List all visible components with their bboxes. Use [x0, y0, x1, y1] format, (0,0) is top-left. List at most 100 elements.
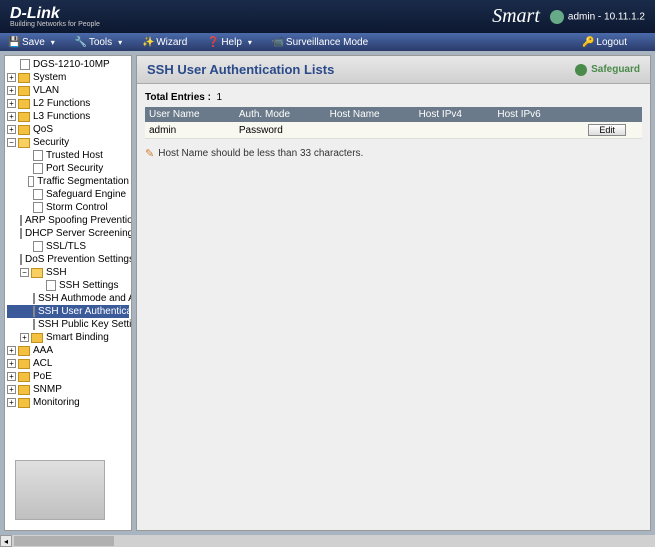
folder-icon: [18, 346, 30, 356]
tree-poe[interactable]: +PoE: [7, 370, 129, 383]
expand-icon[interactable]: +: [7, 86, 16, 95]
safeguard-badge: Safeguard: [575, 64, 640, 76]
page-icon: [33, 163, 43, 174]
note: ✎Host Name should be less than 33 charac…: [145, 147, 642, 160]
collapse-icon[interactable]: −: [20, 268, 29, 277]
cell-user: admin: [145, 122, 235, 139]
tree-ssl[interactable]: SSL/TLS: [7, 240, 129, 253]
folder-icon: [18, 112, 30, 122]
chevron-down-icon: ▾: [248, 38, 252, 47]
tree-portsec[interactable]: Port Security: [7, 162, 129, 175]
tree-smartbind[interactable]: +Smart Binding: [7, 331, 129, 344]
safeguard-icon: [575, 64, 587, 76]
auth-table: User Name Auth. Mode Host Name Host IPv4…: [145, 107, 642, 139]
panel-title: SSH User Authentication Lists: [147, 62, 334, 77]
device-icon: [20, 59, 30, 70]
tree-monitoring[interactable]: +Monitoring: [7, 396, 129, 409]
scroll-thumb[interactable]: [14, 536, 114, 546]
cell-auth: Password: [235, 122, 326, 139]
user-info: admin - 10.11.1.2: [550, 10, 645, 24]
surveillance-button[interactable]: 📹Surveillance Mode: [272, 37, 368, 48]
note-text: Host Name should be less than 33 charact…: [158, 148, 363, 159]
panel: SSH User Authentication Lists Safeguard …: [136, 55, 651, 531]
tree-dhcp[interactable]: DHCP Server Screening: [7, 227, 129, 240]
panel-header: SSH User Authentication Lists Safeguard: [137, 56, 650, 84]
col-ipv6: Host IPv6: [493, 107, 572, 122]
table-row: admin Password Edit: [145, 122, 642, 139]
expand-icon[interactable]: +: [20, 333, 29, 342]
tree-l2[interactable]: +L2 Functions: [7, 97, 129, 110]
col-auth: Auth. Mode: [235, 107, 326, 122]
nav-tree: DGS-1210-10MP +System +VLAN +L2 Function…: [5, 56, 131, 411]
expand-icon[interactable]: +: [7, 398, 16, 407]
tree-system[interactable]: +System: [7, 71, 129, 84]
logout-button[interactable]: 🔑 Logout: [582, 37, 627, 48]
cell-host: [326, 122, 415, 139]
table-header-row: User Name Auth. Mode Host Name Host IPv4…: [145, 107, 642, 122]
expand-icon[interactable]: +: [7, 73, 16, 82]
page-icon: [33, 293, 35, 304]
expand-icon[interactable]: +: [7, 359, 16, 368]
page-icon: [20, 254, 22, 265]
save-menu[interactable]: 💾Save▾: [8, 37, 55, 48]
folder-icon: [18, 359, 30, 369]
page-icon: [20, 215, 22, 226]
tools-icon: 🔧: [75, 37, 85, 47]
folder-open-icon: [31, 268, 43, 278]
folder-icon: [18, 86, 30, 96]
help-icon: ❓: [207, 37, 217, 47]
panel-body: Total Entries : 1 User Name Auth. Mode H…: [137, 84, 650, 530]
tree-device[interactable]: DGS-1210-10MP: [7, 58, 129, 71]
tree-arp[interactable]: ARP Spoofing Prevention: [7, 214, 129, 227]
tools-menu[interactable]: 🔧Tools▾: [75, 37, 122, 48]
header: D-Link Building Networks for People Smar…: [0, 0, 655, 33]
help-menu[interactable]: ❓Help▾: [207, 37, 252, 48]
tree-sshauth[interactable]: SSH Authmode and Algorithm Settings: [7, 292, 129, 305]
tree-storm[interactable]: Storm Control: [7, 201, 129, 214]
tree-sshpub[interactable]: SSH Public Key Settings: [7, 318, 129, 331]
expand-icon[interactable]: +: [7, 372, 16, 381]
tree-sshset[interactable]: SSH Settings: [7, 279, 129, 292]
expand-icon[interactable]: +: [7, 112, 16, 121]
logout-icon: 🔑: [582, 37, 592, 47]
tree-qos[interactable]: +QoS: [7, 123, 129, 136]
tagline: Building Networks for People: [10, 21, 100, 28]
tree-acl[interactable]: +ACL: [7, 357, 129, 370]
expand-icon[interactable]: +: [7, 125, 16, 134]
tree-vlan[interactable]: +VLAN: [7, 84, 129, 97]
content: SSH User Authentication Lists Safeguard …: [136, 55, 651, 531]
folder-icon: [18, 99, 30, 109]
expand-icon[interactable]: +: [7, 99, 16, 108]
horizontal-scrollbar[interactable]: ◂: [0, 535, 655, 547]
total-entries: Total Entries : 1: [145, 92, 642, 103]
col-user: User Name: [145, 107, 235, 122]
tree-ssh[interactable]: −SSH: [7, 266, 129, 279]
tree-sshuser[interactable]: SSH User Authentication Lists: [7, 305, 129, 318]
tree-traffic[interactable]: Traffic Segmentation: [7, 175, 129, 188]
edit-button[interactable]: Edit: [588, 124, 626, 136]
col-host: Host Name: [326, 107, 415, 122]
main: DGS-1210-10MP +System +VLAN +L2 Function…: [0, 51, 655, 535]
logout-label: Logout: [596, 37, 627, 48]
surveillance-label: Surveillance Mode: [286, 37, 368, 48]
wizard-button[interactable]: ✨Wizard: [142, 37, 187, 48]
tree-safeguard[interactable]: Safeguard Engine: [7, 188, 129, 201]
wizard-icon: ✨: [142, 37, 152, 47]
scroll-left-button[interactable]: ◂: [0, 535, 12, 547]
tree-trusted[interactable]: Trusted Host: [7, 149, 129, 162]
folder-open-icon: [18, 138, 30, 148]
tree-dos[interactable]: DoS Prevention Settings: [7, 253, 129, 266]
tree-aaa[interactable]: +AAA: [7, 344, 129, 357]
user-text: admin - 10.11.1.2: [568, 11, 645, 22]
tree-security[interactable]: −Security: [7, 136, 129, 149]
expand-icon[interactable]: +: [7, 385, 16, 394]
tools-label: Tools: [89, 37, 112, 48]
collapse-icon[interactable]: −: [7, 138, 16, 147]
page-icon: [33, 150, 43, 161]
expand-icon[interactable]: +: [7, 346, 16, 355]
save-icon: 💾: [8, 37, 18, 47]
page-icon: [33, 241, 43, 252]
page-icon: [28, 176, 35, 187]
tree-snmp[interactable]: +SNMP: [7, 383, 129, 396]
tree-l3[interactable]: +L3 Functions: [7, 110, 129, 123]
